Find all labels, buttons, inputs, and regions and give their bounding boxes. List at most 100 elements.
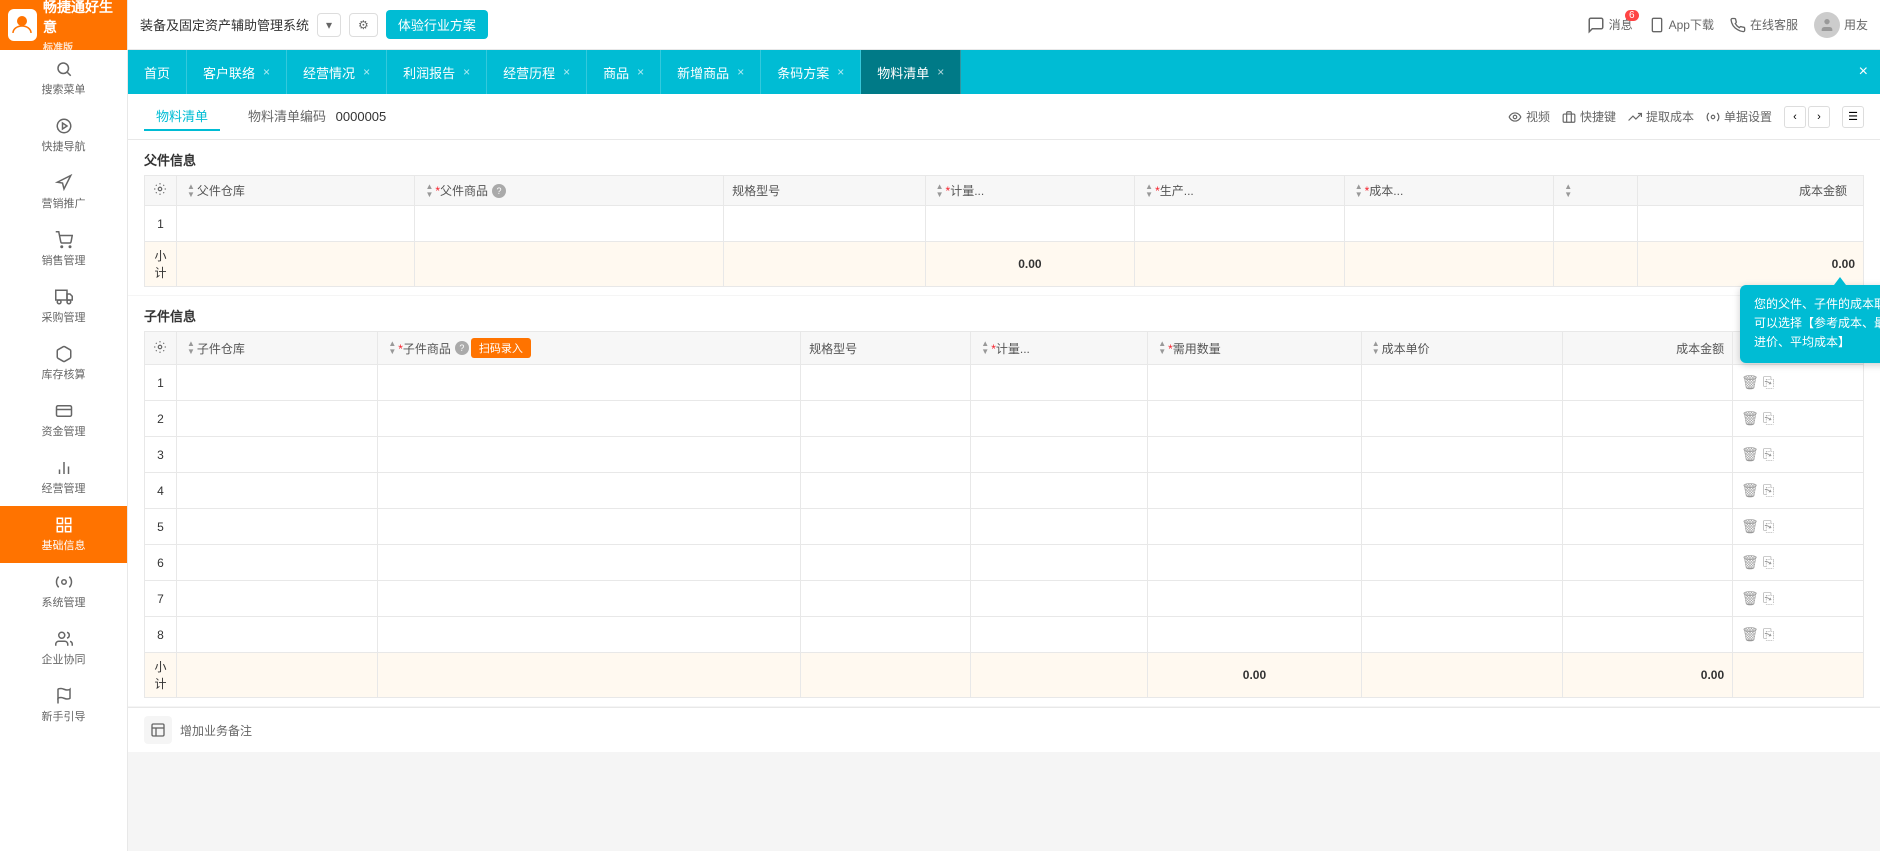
nav-tab-close-bom[interactable]: × bbox=[937, 65, 944, 79]
nav-tab-close-ops[interactable]: × bbox=[363, 65, 370, 79]
sidebar-item-basic-info[interactable]: 基础信息 bbox=[0, 506, 127, 563]
child-cell-unit-8[interactable] bbox=[971, 617, 1148, 653]
delete-icon-4[interactable]: 🗑 bbox=[1741, 482, 1759, 499]
child-cell-spec-2[interactable] bbox=[801, 401, 971, 437]
scan-btn[interactable]: 扫码录入 bbox=[471, 338, 531, 358]
child-th-settings[interactable] bbox=[145, 332, 177, 365]
child-cell-qty-6[interactable] bbox=[1148, 545, 1362, 581]
expand-btn[interactable]: ▾ bbox=[317, 13, 341, 37]
online-service-btn[interactable]: 在线客服 bbox=[1730, 16, 1798, 33]
child-cell-warehouse-3[interactable] bbox=[177, 437, 378, 473]
copy-icon-7[interactable]: ⎘ bbox=[1763, 590, 1774, 607]
single-setting-btn[interactable]: 单据设置 bbox=[1706, 108, 1772, 125]
child-cell-warehouse-4[interactable] bbox=[177, 473, 378, 509]
next-btn[interactable]: › bbox=[1808, 106, 1830, 128]
menu-btn[interactable]: ☰ bbox=[1842, 106, 1864, 128]
child-cell-unit-4[interactable] bbox=[971, 473, 1148, 509]
child-cell-spec-4[interactable] bbox=[801, 473, 971, 509]
child-cell-unit-3[interactable] bbox=[971, 437, 1148, 473]
sidebar-item-guide[interactable]: 新手引导 bbox=[0, 677, 127, 734]
child-cell-unit-6[interactable] bbox=[971, 545, 1148, 581]
child-cell-unit-cost-8[interactable] bbox=[1361, 617, 1562, 653]
child-cell-warehouse-7[interactable] bbox=[177, 581, 378, 617]
child-cell-unit-5[interactable] bbox=[971, 509, 1148, 545]
child-cell-unit-cost-2[interactable] bbox=[1361, 401, 1562, 437]
child-cell-goods-4[interactable] bbox=[378, 473, 801, 509]
sidebar-item-enterprise[interactable]: 企业协同 bbox=[0, 620, 127, 677]
sidebar-item-system[interactable]: 系统管理 bbox=[0, 563, 127, 620]
child-cell-qty-5[interactable] bbox=[1148, 509, 1362, 545]
parent-cell-warehouse-1[interactable] bbox=[177, 206, 415, 242]
copy-icon-4[interactable]: ⎘ bbox=[1763, 482, 1774, 499]
nav-tab-goods[interactable]: 商品 × bbox=[587, 50, 661, 94]
child-cell-goods-3[interactable] bbox=[378, 437, 801, 473]
child-cell-unit-cost-4[interactable] bbox=[1361, 473, 1562, 509]
copy-icon-5[interactable]: ⎘ bbox=[1763, 518, 1774, 535]
parent-cell-cost-1[interactable] bbox=[1344, 206, 1554, 242]
sub-tab-bom-code[interactable]: 物料清单编码 0000005 bbox=[236, 102, 398, 131]
view-btn[interactable]: 视频 bbox=[1508, 108, 1550, 125]
child-cell-unit-cost-3[interactable] bbox=[1361, 437, 1562, 473]
parent-cell-produce-1[interactable] bbox=[1135, 206, 1345, 242]
nav-tab-profit[interactable]: 利润报告 × bbox=[387, 50, 487, 94]
sidebar-item-marketing[interactable]: 营销推广 bbox=[0, 164, 127, 221]
shortcut-btn[interactable]: 快捷键 bbox=[1562, 108, 1616, 125]
user-menu[interactable]: 用友 bbox=[1814, 12, 1868, 38]
sidebar-item-search[interactable]: 搜索菜单 bbox=[0, 50, 127, 107]
delete-icon-7[interactable]: 🗑 bbox=[1741, 590, 1759, 607]
nav-tab-new-goods[interactable]: 新增商品 × bbox=[661, 50, 761, 94]
child-cell-spec-1[interactable] bbox=[801, 365, 971, 401]
extract-cost-btn[interactable]: 提取成本 bbox=[1628, 108, 1694, 125]
child-cell-warehouse-5[interactable] bbox=[177, 509, 378, 545]
child-cell-goods-7[interactable] bbox=[378, 581, 801, 617]
child-cell-qty-7[interactable] bbox=[1148, 581, 1362, 617]
parent-cell-goods-1[interactable] bbox=[415, 206, 724, 242]
child-cell-unit-cost-6[interactable] bbox=[1361, 545, 1562, 581]
nav-tab-close-profit[interactable]: × bbox=[463, 65, 470, 79]
delete-icon-3[interactable]: 🗑 bbox=[1741, 446, 1759, 463]
close-all-tabs[interactable]: × bbox=[1847, 63, 1880, 81]
copy-icon-3[interactable]: ⎘ bbox=[1763, 446, 1774, 463]
child-cell-unit-cost-5[interactable] bbox=[1361, 509, 1562, 545]
nav-tab-close-customer[interactable]: × bbox=[263, 65, 270, 79]
child-cell-goods-8[interactable] bbox=[378, 617, 801, 653]
nav-tab-close-goods[interactable]: × bbox=[637, 65, 644, 79]
child-cell-warehouse-6[interactable] bbox=[177, 545, 378, 581]
nav-tab-close-new-goods[interactable]: × bbox=[737, 65, 744, 79]
child-cell-spec-7[interactable] bbox=[801, 581, 971, 617]
sidebar-item-purchase[interactable]: 采购管理 bbox=[0, 278, 127, 335]
child-cell-goods-6[interactable] bbox=[378, 545, 801, 581]
child-cell-unit-1[interactable] bbox=[971, 365, 1148, 401]
parent-cell-unit-1[interactable] bbox=[925, 206, 1135, 242]
copy-icon-6[interactable]: ⎘ bbox=[1763, 554, 1774, 571]
sidebar-item-finance[interactable]: 资金管理 bbox=[0, 392, 127, 449]
copy-icon-2[interactable]: ⎘ bbox=[1763, 410, 1774, 427]
parent-goods-info[interactable]: ? bbox=[492, 184, 506, 198]
nav-tab-operations-status[interactable]: 经营情况 × bbox=[287, 50, 387, 94]
child-cell-unit-2[interactable] bbox=[971, 401, 1148, 437]
sidebar-item-sales[interactable]: 销售管理 bbox=[0, 221, 127, 278]
child-cell-qty-2[interactable] bbox=[1148, 401, 1362, 437]
child-cell-spec-8[interactable] bbox=[801, 617, 971, 653]
nav-tab-close-barcode[interactable]: × bbox=[837, 65, 844, 79]
copy-icon-1[interactable]: ⎘ bbox=[1763, 374, 1774, 391]
child-goods-info[interactable]: ? bbox=[455, 341, 469, 355]
nav-tab-customer[interactable]: 客户联络 × bbox=[187, 50, 287, 94]
child-cell-unit-cost-1[interactable] bbox=[1361, 365, 1562, 401]
nav-tab-close-history[interactable]: × bbox=[563, 65, 570, 79]
child-cell-spec-5[interactable] bbox=[801, 509, 971, 545]
child-cell-unit-cost-7[interactable] bbox=[1361, 581, 1562, 617]
delete-icon-2[interactable]: 🗑 bbox=[1741, 410, 1759, 427]
sidebar-item-quicknav[interactable]: 快捷导航 bbox=[0, 107, 127, 164]
app-download-btn[interactable]: App下载 bbox=[1649, 16, 1714, 33]
child-cell-goods-1[interactable] bbox=[378, 365, 801, 401]
child-cell-warehouse-8[interactable] bbox=[177, 617, 378, 653]
child-cell-qty-3[interactable] bbox=[1148, 437, 1362, 473]
sub-tab-bom[interactable]: 物料清单 bbox=[144, 102, 220, 131]
child-cell-unit-7[interactable] bbox=[971, 581, 1148, 617]
nav-tab-bom[interactable]: 物料清单 × bbox=[861, 50, 961, 94]
settings-btn[interactable]: ⚙ bbox=[349, 13, 378, 37]
message-btn[interactable]: 消息 6 bbox=[1587, 16, 1633, 34]
delete-icon-1[interactable]: 🗑 bbox=[1741, 374, 1759, 391]
parent-th-settings[interactable] bbox=[145, 176, 177, 206]
